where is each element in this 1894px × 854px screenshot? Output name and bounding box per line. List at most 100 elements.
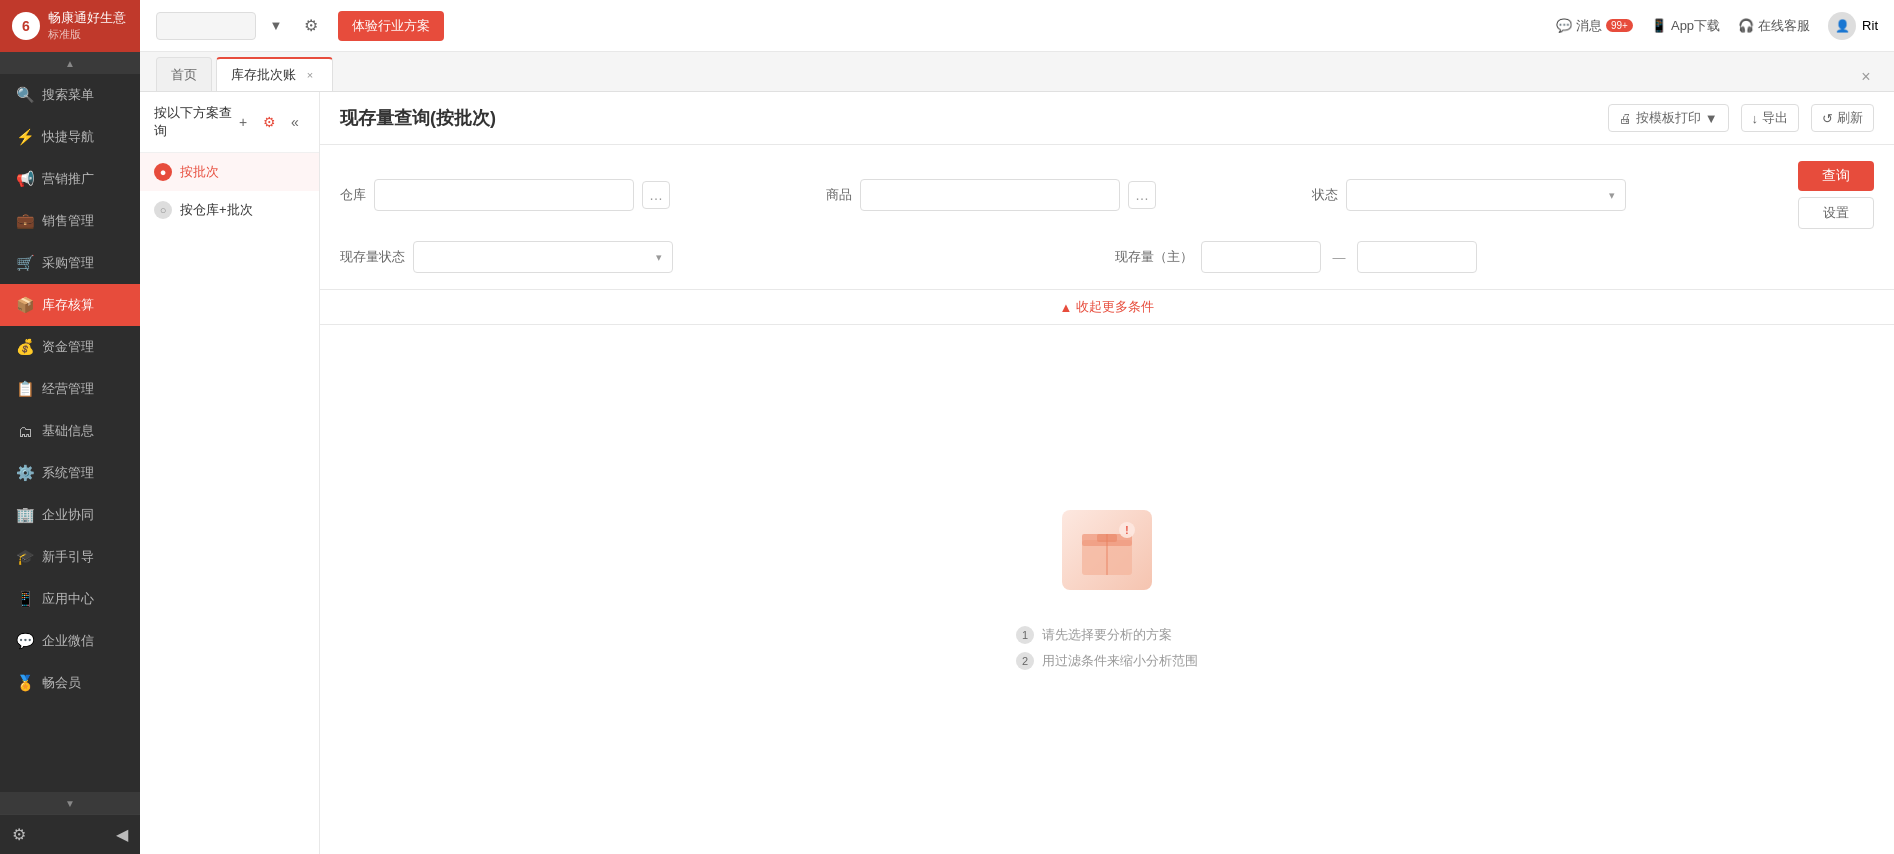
warehouse-input[interactable] [374,179,634,211]
topbar-right: 💬 消息 99+ 📱 App下载 🎧 在线客服 👤 Rit [1556,12,1878,40]
basic-icon: 🗂 [16,422,34,440]
home-tab-label: 首页 [171,66,197,84]
sidebar-item-enterprise[interactable]: 🏢 企业协同 [0,494,140,536]
topbar-left: ▼ ⚙ [156,11,326,41]
status-field: 状态 ▾ [1312,179,1782,211]
tab-close-btn[interactable]: × [302,67,318,83]
member-icon: 🏅 [16,674,34,692]
app-title-block: 畅康通好生意 标准版 [48,10,126,42]
message-btn[interactable]: 💬 消息 99+ [1556,17,1633,35]
dropdown-icon: ▼ [270,18,283,33]
scheme-add-btn[interactable]: + [233,112,253,132]
topbar-search-input[interactable] [156,12,256,40]
sidebar-item-inventory[interactable]: 📦 库存核算 [0,284,140,326]
sidebar-item-label: 搜索菜单 [42,86,94,104]
finance-icon: 💰 [16,338,34,356]
sidebar-item-system[interactable]: ⚙️ 系统管理 [0,452,140,494]
svg-rect-3 [1097,534,1117,542]
sidebar-item-marketing[interactable]: 📢 营销推广 [0,158,140,200]
sidebar-item-label: 新手引导 [42,548,94,566]
hint-1-number: 1 [1016,626,1034,644]
collapse-btn-label: 收起更多条件 [1076,298,1154,316]
inventory-qty-max-input[interactable] [1357,241,1477,273]
status-label: 状态 [1312,186,1338,204]
qty-separator: — [1329,250,1349,265]
topbar-gear-btn[interactable]: ⚙ [296,11,326,41]
sidebar-scroll-down[interactable]: ▼ [0,792,140,814]
settings-icon[interactable]: ⚙ [12,825,26,844]
sidebar-item-wechat[interactable]: 💬 企业微信 [0,620,140,662]
print-btn[interactable]: 🖨 按模板打印 ▼ [1608,104,1729,132]
topbar-dropdown-btn[interactable]: ▼ [264,14,288,38]
scheme-item-batch[interactable]: ● 按批次 [140,153,319,191]
tab-home[interactable]: 首页 [156,57,212,91]
goods-input[interactable] [860,179,1120,211]
tabbar-close-all-btn[interactable]: × [1854,64,1878,88]
shortcut-icon: ⚡ [16,128,34,146]
scheme-settings-btn[interactable]: ⚙ [259,112,279,132]
scheme-active-icon: ● [154,163,172,181]
scheme-panel-actions: + ⚙ « [233,112,305,132]
message-label: 消息 [1576,17,1602,35]
status-select[interactable]: ▾ [1346,179,1626,211]
page-title: 现存量查询(按批次) [340,106,496,130]
sidebar-item-label: 库存核算 [42,296,94,314]
inventory-qty-min-input[interactable] [1201,241,1321,273]
sidebar-item-label: 采购管理 [42,254,94,272]
scheme-item-label: 按仓库+批次 [180,201,253,219]
app-download-icon: 📱 [1651,18,1667,33]
scheme-item-label: 按批次 [180,163,219,181]
scheme-item-warehouse-batch[interactable]: ○ 按仓库+批次 [140,191,319,229]
inventory-status-dropdown-icon: ▾ [656,251,662,264]
sidebar-bottom: ⚙ ◀ [0,814,140,854]
tab-inventory-batch[interactable]: 库存批次账 × [216,57,333,91]
empty-hint-2: 2 用过滤条件来缩小分析范围 [1016,652,1198,670]
filter-settings-btn[interactable]: 设置 [1798,197,1874,229]
user-menu-btn[interactable]: 👤 Rit [1828,12,1878,40]
experience-btn[interactable]: 体验行业方案 [338,11,444,41]
print-btn-label: 按模板打印 [1636,109,1701,127]
online-service-btn[interactable]: 🎧 在线客服 [1738,17,1810,35]
sidebar-item-operations[interactable]: 📋 经营管理 [0,368,140,410]
export-btn[interactable]: ↓ 导出 [1741,104,1800,132]
content-area: 按以下方案查询 + ⚙ « ● 按批次 ○ 按仓库+批次 现存量查询(按批次) [140,92,1894,854]
app-logo: 6 [12,12,40,40]
sidebar-item-shortcut[interactable]: ⚡ 快捷导航 [0,116,140,158]
sidebar-item-basic[interactable]: 🗂 基础信息 [0,410,140,452]
collapse-more-btn[interactable]: ▲ 收起更多条件 [320,290,1894,325]
sidebar-item-finance[interactable]: 💰 资金管理 [0,326,140,368]
warehouse-label: 仓库 [340,186,366,204]
query-btn[interactable]: 查询 [1798,161,1874,191]
scheme-collapse-btn[interactable]: « [285,112,305,132]
sidebar-item-member[interactable]: 🏅 畅会员 [0,662,140,704]
sidebar-item-search[interactable]: 🔍 搜索菜单 [0,74,140,116]
warehouse-ellipsis-btn[interactable]: … [642,181,670,209]
app-download-btn[interactable]: 📱 App下载 [1651,17,1720,35]
sidebar-item-sales[interactable]: 💼 销售管理 [0,200,140,242]
inventory-status-select[interactable]: ▾ [413,241,673,273]
refresh-btn[interactable]: ↺ 刷新 [1811,104,1874,132]
sidebar-item-appstore[interactable]: 📱 应用中心 [0,578,140,620]
warehouse-field: 仓库 … [340,179,810,211]
online-service-label: 在线客服 [1758,17,1810,35]
refresh-icon: ↺ [1822,111,1833,126]
wechat-icon: 💬 [16,632,34,650]
app-download-label: App下载 [1671,17,1720,35]
goods-ellipsis-btn[interactable]: … [1128,181,1156,209]
sidebar-scroll-up[interactable]: ▲ [0,52,140,74]
query-action-group: 查询 设置 [1798,161,1874,229]
appstore-icon: 📱 [16,590,34,608]
print-dropdown-icon[interactable]: ▼ [1705,111,1718,126]
avatar-placeholder: 👤 [1835,19,1850,33]
sidebar-item-newbie[interactable]: 🎓 新手引导 [0,536,140,578]
collapse-sidebar-icon[interactable]: ◀ [116,825,128,844]
sidebar-item-purchase[interactable]: 🛒 采购管理 [0,242,140,284]
hint-2-text: 用过滤条件来缩小分析范围 [1042,652,1198,670]
scheme-inactive-icon: ○ [154,201,172,219]
sidebar-item-label: 销售管理 [42,212,94,230]
goods-label: 商品 [826,186,852,204]
goods-field: 商品 … [826,179,1296,211]
inventory-qty-field: 现存量（主） — [1115,241,1874,273]
print-icon: 🖨 [1619,111,1632,126]
app-subtitle: 标准版 [48,27,126,42]
